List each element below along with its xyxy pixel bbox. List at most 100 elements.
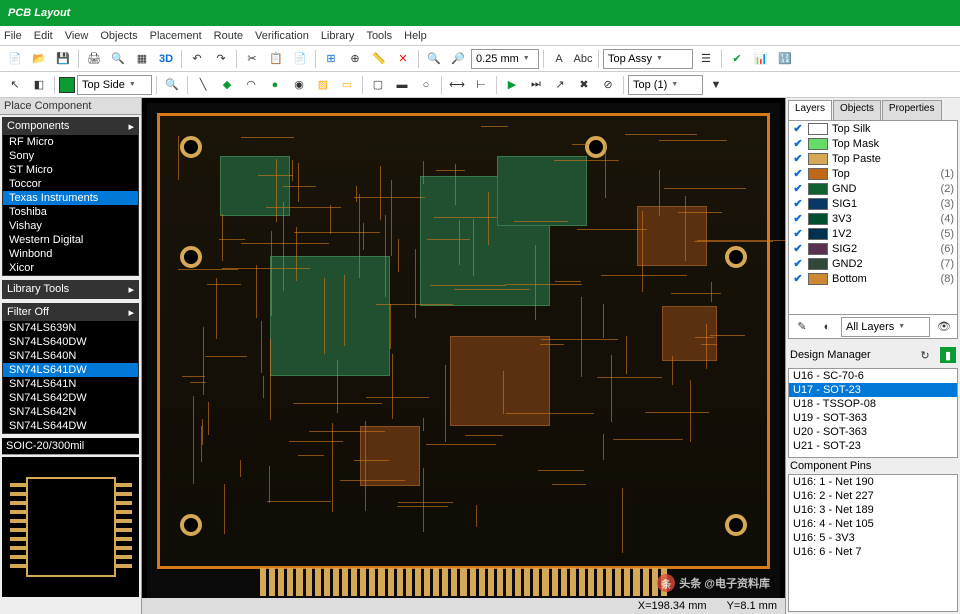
menu-objects[interactable]: Objects [100,30,137,42]
grid-icon[interactable]: ⊞ [320,48,342,70]
cursor-icon[interactable]: ↖ [4,74,26,96]
design-manager-list[interactable]: U16 - SC-70-6U17 - SOT-23U18 - TSSOP-08U… [788,368,958,458]
route-tool-icon[interactable]: ◆ [216,74,238,96]
copy-icon[interactable]: 📋 [265,48,287,70]
dm-collapse-icon[interactable]: ▮ [940,347,956,363]
layer-eye-icon[interactable]: 👁 [933,316,955,338]
titles-icon[interactable]: ▦ [131,48,153,70]
assembly-dropdown[interactable]: Top Assy [603,49,693,69]
filter-header[interactable]: Filter Off [3,304,138,321]
dm-item[interactable]: U19 - SOT-363 [789,411,957,425]
3d-button[interactable]: 3D [155,48,177,70]
layer-row[interactable]: ✔Top Mask [789,136,957,151]
layer-down-icon[interactable]: ▼ [705,74,727,96]
layer-row[interactable]: ✔SIG1(3) [789,196,957,211]
layer-row[interactable]: ✔1V2(5) [789,226,957,241]
pin-item[interactable]: U16: 5 - 3V3 [789,531,957,545]
save-icon[interactable]: 💾 [52,48,74,70]
vendor-item[interactable]: Texas Instruments [3,191,138,205]
poly-tool-icon[interactable]: ▨ [312,74,334,96]
open-icon[interactable]: 📂 [28,48,50,70]
pin-item[interactable]: U16: 4 - Net 105 [789,517,957,531]
measure-icon[interactable]: ⟷ [446,74,468,96]
menu-file[interactable]: File [4,30,22,42]
origin-icon[interactable]: ⊕ [344,48,366,70]
rect-tool-icon[interactable]: ▢ [367,74,389,96]
layer-row[interactable]: ✔SIG2(6) [789,241,957,256]
vendor-list[interactable]: RF MicroSonyST MicroToccorTexas Instrume… [3,135,138,275]
part-item[interactable]: SN74LS639N [3,321,138,335]
tab-layers[interactable]: Layers [788,100,832,120]
drc-icon[interactable]: ✔ [726,48,748,70]
report-icon[interactable]: 📊 [750,48,772,70]
undo-icon[interactable]: ↶ [186,48,208,70]
circle-tool-icon[interactable]: ○ [415,74,437,96]
dm-item[interactable]: U20 - SOT-363 [789,425,957,439]
layer-row[interactable]: ✔Top Silk [789,121,957,136]
print-icon[interactable]: 🖨 [83,48,105,70]
layer-opts-icon[interactable]: ☰ [695,48,717,70]
text-tool-icon[interactable]: A [548,48,570,70]
panel-toggle-icon[interactable]: ◧ [28,74,50,96]
layer-contrast-icon[interactable]: ◐ [816,316,838,338]
layer-edit-icon[interactable]: ✎ [791,316,813,338]
part-item[interactable]: SN74LS642N [3,405,138,419]
find-icon[interactable]: 🔍 [161,74,183,96]
part-list[interactable]: SN74LS639NSN74LS640DWSN74LS640NSN74LS641… [3,321,138,433]
step-icon[interactable]: ⏭ [525,74,547,96]
pcb-canvas[interactable]: X=198.34 mm Y=8.1 mm [142,98,785,614]
pad-tool-icon[interactable]: ◉ [288,74,310,96]
components-header[interactable]: Components [3,118,138,135]
dm-refresh-icon[interactable]: ↻ [914,344,936,366]
dm-item[interactable]: U21 - SOT-23 [789,439,957,453]
layer-row[interactable]: ✔Top Paste [789,151,957,166]
menu-route[interactable]: Route [214,30,243,42]
part-item[interactable]: SN74LS640N [3,349,138,363]
paste-icon[interactable]: 📄 [289,48,311,70]
vendor-item[interactable]: Winbond [3,247,138,261]
component-pins-list[interactable]: U16: 1 - Net 190U16: 2 - Net 227U16: 3 -… [788,474,958,612]
units-icon[interactable]: 📏 [368,48,390,70]
vendor-item[interactable]: ST Micro [3,163,138,177]
board-tool-icon[interactable]: ▭ [336,74,358,96]
vendor-item[interactable]: Vishay [3,219,138,233]
cut-icon[interactable]: ✂ [241,48,263,70]
vendor-item[interactable]: Western Digital [3,233,138,247]
menu-edit[interactable]: Edit [34,30,53,42]
renumber-icon[interactable]: 🔢 [774,48,796,70]
pin-item[interactable]: U16: 3 - Net 189 [789,503,957,517]
library-tools-header[interactable]: Library Tools [3,281,138,298]
pin-item[interactable]: U16: 2 - Net 227 [789,489,957,503]
layer-row[interactable]: ✔GND2(7) [789,256,957,271]
fanout-icon[interactable]: ✖ [573,74,595,96]
tab-objects[interactable]: Objects [833,100,881,120]
menu-library[interactable]: Library [321,30,355,42]
vendor-item[interactable]: Xicor [3,261,138,275]
new-icon[interactable]: 📄 [4,48,26,70]
unroute-icon[interactable]: ⊘ [597,74,619,96]
part-item[interactable]: SN74LS640DW [3,335,138,349]
part-item[interactable]: SN74LS641N [3,377,138,391]
pin-item[interactable]: U16: 6 - Net 7 [789,545,957,559]
zoomout-icon[interactable]: 🔎 [447,48,469,70]
layer-row[interactable]: ✔Top(1) [789,166,957,181]
preview-icon[interactable]: 🔍 [107,48,129,70]
layer-row[interactable]: ✔Bottom(8) [789,271,957,286]
redo-icon[interactable]: ↷ [210,48,232,70]
part-item[interactable]: SN74LS644DW [3,419,138,433]
menu-placement[interactable]: Placement [150,30,202,42]
grid-dropdown[interactable]: 0.25 mm [471,49,539,69]
side-dropdown[interactable]: Top Side [77,75,152,95]
fill-tool-icon[interactable]: ▬ [391,74,413,96]
snap-icon[interactable]: ✕ [392,48,414,70]
pin-item[interactable]: U16: 1 - Net 190 [789,475,957,489]
menu-verification[interactable]: Verification [255,30,309,42]
layer-list[interactable]: ✔Top Silk✔Top Mask✔Top Paste✔Top(1)✔GND(… [788,120,958,315]
dm-item[interactable]: U18 - TSSOP-08 [789,397,957,411]
all-layers-dropdown[interactable]: All Layers [841,317,930,337]
layer-row[interactable]: ✔3V3(4) [789,211,957,226]
part-item[interactable]: SN74LS641DW [3,363,138,377]
dm-item[interactable]: U16 - SC-70-6 [789,369,957,383]
run-icon[interactable]: ▶ [501,74,523,96]
tab-properties[interactable]: Properties [882,100,942,120]
